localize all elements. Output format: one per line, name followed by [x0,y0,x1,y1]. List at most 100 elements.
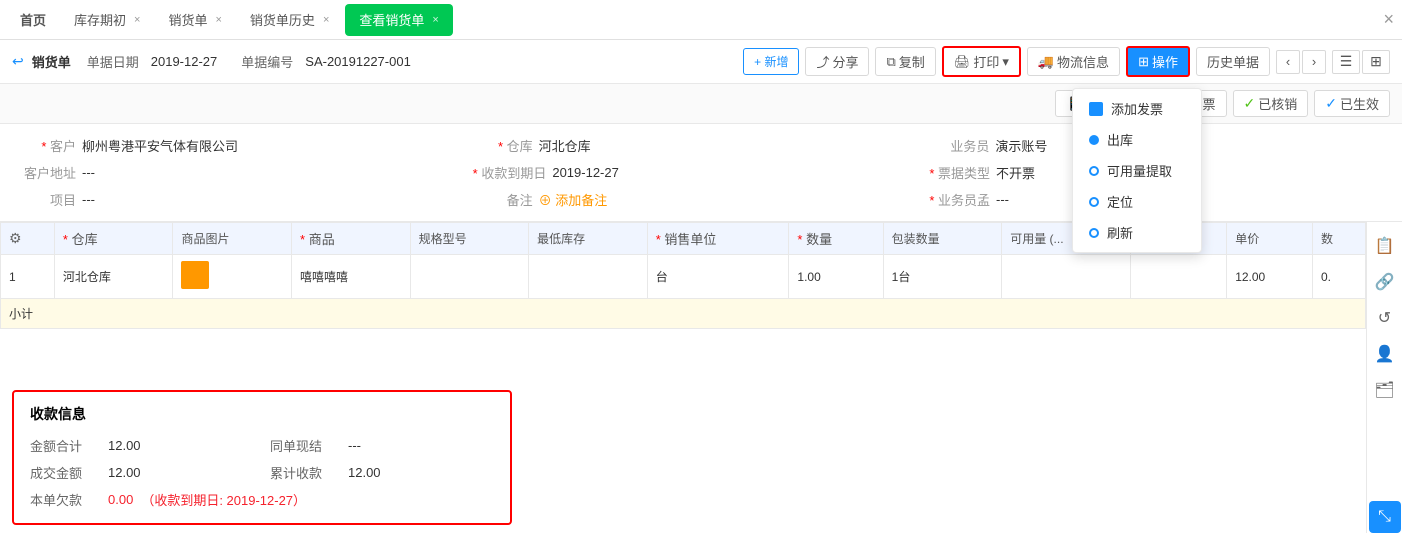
copy-icon: ⧉ [886,54,895,70]
operate-button[interactable]: ⊞ 操作 [1126,46,1190,77]
arrears-label: 本单欠款 [30,490,100,509]
total-label: 金额合计 [30,436,100,455]
locate-label: 定位 [1107,192,1133,211]
total-value: 12.00 [108,438,141,453]
print-dropdown-icon: ▾ [1002,54,1009,70]
outbound-icon [1089,135,1099,145]
table-row: 1 河北仓库 嘻嘻嘻嘻 台 1.00 1台 [1,255,1366,299]
project-label: 项目 [16,190,76,209]
dropdown-outbound[interactable]: 出库 [1073,124,1201,155]
cumulative-label: 累计收款 [270,463,340,482]
sidebar-icon-4[interactable]: 👤 [1369,338,1401,370]
payment-grid: 金额合计 12.00 同单现结 --- 成交金额 12.00 [30,434,494,511]
extract-label: 可用量提取 [1107,161,1172,180]
dropdown-refresh[interactable]: 刷新 [1073,217,1201,248]
prev-button[interactable]: ‹ [1276,50,1300,74]
refresh-icon [1089,228,1099,238]
sidebar-icon-1[interactable]: 📋 [1369,230,1401,262]
remark-row: 备注 ⊕ 添加备注 [473,190,930,209]
transaction-row: 成交金额 12.00 [30,461,254,484]
share-button[interactable]: ⤴ 分享 [805,47,869,76]
effective-button[interactable]: ✓ 已生效 [1314,90,1390,117]
tab-sales-history-close[interactable]: × [323,14,329,26]
row-available [1002,255,1130,299]
row-spec [410,255,529,299]
print-icon: 🖨 [954,54,971,70]
logistics-button[interactable]: 🚚 物流信息 [1027,47,1120,76]
tab-sales-order-label: 销货单 [168,10,207,29]
subtotal-label: 小计 [1,299,1366,329]
confirmed-label: 已核销 [1258,94,1297,113]
close-button[interactable]: × [1383,9,1394,30]
print-button[interactable]: 🖨 打印 ▾ [942,46,1021,77]
row-price: 12.00 [1227,255,1313,299]
same-order-value: --- [348,438,361,453]
dropdown-add-invoice[interactable]: 添加发票 [1073,93,1201,124]
right-sidebar: 📋 🔗 ↺ 👤 🗂 ⤡ [1366,222,1402,533]
confirmed-button[interactable]: ✓ 已核销 [1233,90,1309,117]
nav-arrows: ‹ › [1276,50,1326,74]
transaction-label: 成交金额 [30,463,100,482]
col-warehouse: 仓库 [54,223,173,255]
add-invoice-icon [1089,102,1103,116]
tab-home[interactable]: 首页 [8,4,58,36]
sidebar-icon-3[interactable]: ↺ [1369,302,1401,334]
cumulative-row: 累计收款 12.00 [270,461,494,484]
tab-inventory-init-label: 库存期初 [74,10,126,29]
staff2-label: 业务员孟 [929,190,990,209]
expand-icon[interactable]: ⤡ [1369,501,1401,533]
list-view-button[interactable]: ☰ [1332,50,1360,74]
dropdown-available-extract[interactable]: 可用量提取 [1073,155,1201,186]
add-remark-button[interactable]: ⊕ 添加备注 [539,190,608,209]
truck-icon: 🚚 [1038,54,1054,70]
col-amount: 数 [1312,223,1365,255]
new-button[interactable]: + 新增 [743,48,799,75]
operate-icon: ⊞ [1138,54,1149,70]
cumulative-value: 12.00 [348,465,381,480]
sidebar-icon-2[interactable]: 🔗 [1369,266,1401,298]
extract-icon [1089,166,1099,176]
copy-label: 复制 [899,52,925,71]
tab-inventory-init-close[interactable]: × [134,14,140,26]
address-label: 客户地址 [16,163,76,182]
date-label: 单据日期 [87,52,139,71]
grid-view-button[interactable]: ⊞ [1362,50,1390,74]
tab-sales-order[interactable]: 销货单 × [156,4,233,36]
print-label: 打印 [973,52,999,71]
refresh-label: 刷新 [1107,223,1133,242]
row-stock [1130,255,1227,299]
next-button[interactable]: › [1302,50,1326,74]
staff2-value: --- [996,192,1009,207]
row-amount: 0. [1312,255,1365,299]
history-button[interactable]: 历史单据 [1196,47,1270,76]
row-img [173,255,292,299]
add-remark-label: 添加备注 [555,193,607,208]
transaction-value: 12.00 [108,465,141,480]
col-min-stock: 最低库存 [529,223,648,255]
col-spec: 规格型号 [410,223,529,255]
tab-inventory-init[interactable]: 库存期初 × [62,4,152,36]
sidebar-icon-5[interactable]: 🗂 [1369,374,1401,406]
dropdown-locate[interactable]: 定位 [1073,186,1201,217]
payment-date-row: 收款到期日 2019-12-27 [473,163,930,182]
col-settings[interactable]: ⚙ [1,223,55,255]
col-unit: 销售单位 [647,223,789,255]
arrears-row: 本单欠款 0.00 （收款到期日: 2019-12-27） [30,488,494,511]
total-row: 金额合计 12.00 [30,434,254,457]
settings-icon: ⚙ [9,230,22,246]
copy-button[interactable]: ⧉ 复制 [875,47,935,76]
outbound-label: 出库 [1107,130,1133,149]
tab-sales-history[interactable]: 销货单历史 × [238,4,341,36]
tab-check-sales-close[interactable]: × [432,14,438,26]
tab-check-sales[interactable]: 查看销货单 × [345,4,452,36]
payment-date-label: 收款到期日 [473,163,547,182]
payment-date-value: 2019-12-27 [552,165,619,180]
row-unit: 台 [647,255,789,299]
ticket-label: 票据类型 [929,163,990,182]
project-value: --- [82,192,95,207]
effective-label: 已生效 [1340,94,1379,113]
col-img: 商品图片 [173,223,292,255]
tab-sales-order-close[interactable]: × [215,14,221,26]
staff-value: 演示账号 [995,136,1047,155]
top-toolbar: ↩ 销货单 单据日期 2019-12-27 单据编号 SA-20191227-0… [0,40,1402,84]
